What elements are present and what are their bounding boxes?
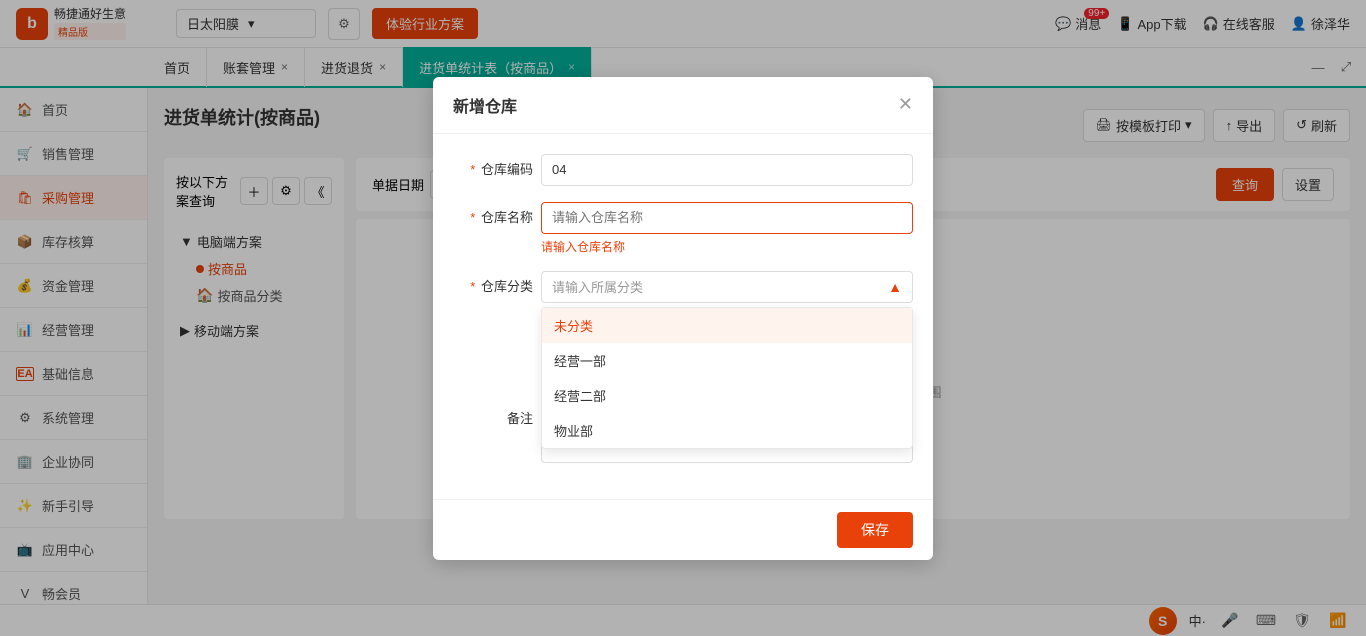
select-arrow-icon: ▲: [888, 279, 902, 295]
name-field-item: * 仓库名称 请输入仓库名称: [453, 202, 913, 255]
modal-header: 新增仓库 ✕: [433, 77, 933, 134]
category-dropdown: 未分类 经营一部 经营二部 物业部: [541, 307, 913, 449]
code-label: * 仓库编码: [453, 154, 533, 186]
save-button[interactable]: 保存: [837, 512, 913, 548]
dropdown-item-property[interactable]: 物业部: [542, 413, 912, 448]
modal-overlay: 新增仓库 ✕ * 仓库编码 * 仓库名称: [0, 0, 1366, 636]
modal-body: * 仓库编码 * 仓库名称 请输入仓库名称: [433, 134, 933, 499]
modal-close-btn[interactable]: ✕: [898, 94, 913, 115]
category-field-item: * 仓库分类 请输入所属分类 ▲ 未分类 经营一部 经营二部 物业部: [453, 271, 913, 303]
dropdown-item-op1[interactable]: 经营一部: [542, 343, 912, 378]
code-field-item: * 仓库编码: [453, 154, 913, 186]
dropdown-item-op2[interactable]: 经营二部: [542, 378, 912, 413]
dropdown-item-unclassified[interactable]: 未分类: [542, 308, 912, 343]
name-input[interactable]: [541, 202, 913, 234]
add-warehouse-modal: 新增仓库 ✕ * 仓库编码 * 仓库名称: [433, 77, 933, 560]
modal-title: 新增仓库: [453, 93, 517, 117]
name-label: * 仓库名称: [453, 202, 533, 234]
name-error-msg: 请输入仓库名称: [541, 240, 625, 254]
category-placeholder: 请输入所属分类: [552, 277, 643, 296]
code-input[interactable]: [541, 154, 913, 186]
category-label: * 仓库分类: [453, 271, 533, 303]
note-label: 备注: [453, 403, 533, 435]
modal-footer: 保存: [433, 499, 933, 560]
category-select[interactable]: 请输入所属分类 ▲: [541, 271, 913, 303]
